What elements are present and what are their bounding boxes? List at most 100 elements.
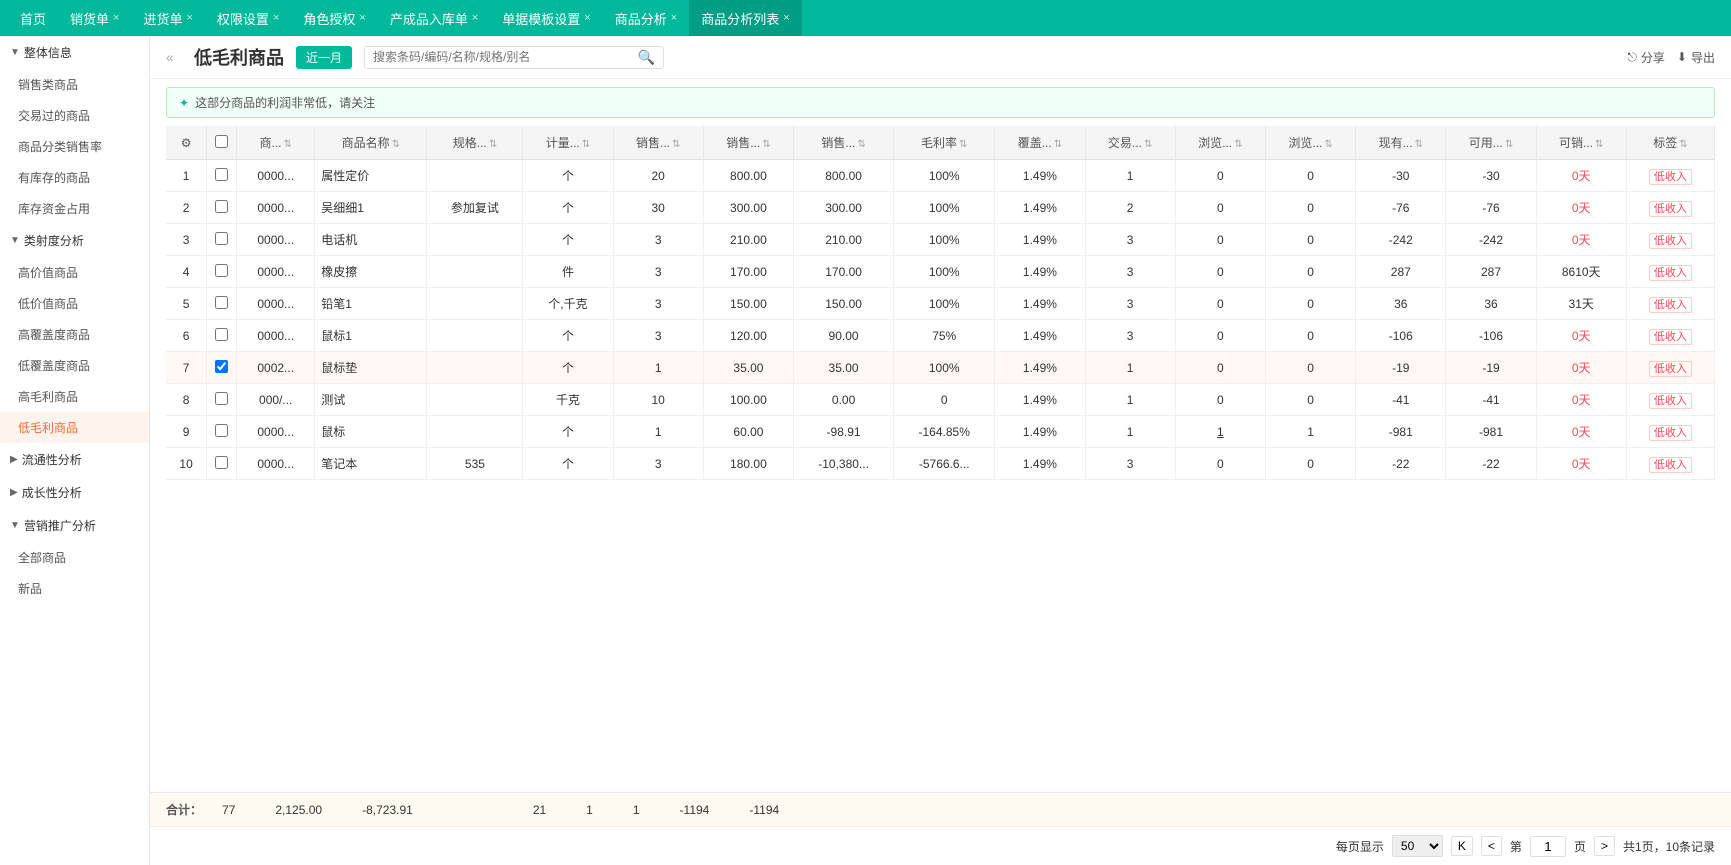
col-view1[interactable]: 浏览...⇅ xyxy=(1175,126,1265,160)
search-input[interactable] xyxy=(373,50,638,64)
close-icon[interactable]: × xyxy=(113,12,119,24)
prev-page-button[interactable]: < xyxy=(1481,836,1502,856)
sidebar-item-high-value[interactable]: 高价值商品 xyxy=(0,257,149,288)
row-view1[interactable]: 0 xyxy=(1175,288,1265,320)
row-checkbox[interactable] xyxy=(207,288,237,320)
row-name[interactable]: 鼠标 xyxy=(315,416,427,448)
sidebar-item-low-coverage[interactable]: 低覆盖度商品 xyxy=(0,350,149,381)
sidebar-item-sales-products[interactable]: 销售类商品 xyxy=(0,69,149,100)
col-view2[interactable]: 浏览...⇅ xyxy=(1265,126,1355,160)
search-icon[interactable]: 🔍 xyxy=(638,49,655,66)
select-all-checkbox[interactable] xyxy=(215,135,228,148)
row-name[interactable]: 电话机 xyxy=(315,224,427,256)
sidebar-group-density-analysis[interactable]: ▼ 类射度分析 xyxy=(0,224,149,257)
sidebar-group-marketing[interactable]: ▼ 营销推广分析 xyxy=(0,509,149,542)
close-icon[interactable]: × xyxy=(671,12,677,24)
page-size-select[interactable]: 50 100 200 xyxy=(1392,835,1443,857)
first-page-button[interactable]: K xyxy=(1451,836,1473,856)
nav-permissions[interactable]: 权限设置 × xyxy=(205,0,291,36)
row-current-stock: -106 xyxy=(1356,320,1446,352)
sidebar-item-high-margin[interactable]: 高毛利商品 xyxy=(0,381,149,412)
sidebar-item-all-products[interactable]: 全部商品 xyxy=(0,542,149,573)
nav-template-settings[interactable]: 单据模板设置 × xyxy=(490,0,602,36)
col-settings[interactable]: ⚙ xyxy=(166,126,207,160)
row-name[interactable]: 橡皮擦 xyxy=(315,256,427,288)
sidebar-group-growth[interactable]: ▶ 成长性分析 xyxy=(0,476,149,509)
col-coverage[interactable]: 覆盖...⇅ xyxy=(995,126,1085,160)
close-icon[interactable]: × xyxy=(783,12,789,24)
row-checkbox[interactable] xyxy=(207,160,237,192)
sidebar-item-new-products[interactable]: 新品 xyxy=(0,573,149,604)
row-checkbox[interactable] xyxy=(207,352,237,384)
sidebar-item-traded-products[interactable]: 交易过的商品 xyxy=(0,100,149,131)
row-view1[interactable]: 0 xyxy=(1175,160,1265,192)
row-no: 7 xyxy=(166,352,207,384)
nav-sales-order[interactable]: 销货单 × xyxy=(58,0,131,36)
col-trade[interactable]: 交易...⇅ xyxy=(1085,126,1175,160)
row-view1[interactable]: 0 xyxy=(1175,448,1265,480)
collapse-sidebar-icon[interactable]: « xyxy=(166,49,182,65)
sidebar-item-low-margin[interactable]: 低毛利商品 xyxy=(0,412,149,443)
row-view1[interactable]: 0 xyxy=(1175,320,1265,352)
row-checkbox[interactable] xyxy=(207,224,237,256)
row-name[interactable]: 鼠标垫 xyxy=(315,352,427,384)
col-name[interactable]: 商品名称⇅ xyxy=(315,126,427,160)
row-view1[interactable]: 0 xyxy=(1175,192,1265,224)
col-current-stock[interactable]: 现有...⇅ xyxy=(1356,126,1446,160)
col-sale-amount[interactable]: 销售...⇅ xyxy=(794,126,894,160)
sidebar-item-inventory-capital[interactable]: 库存资金占用 xyxy=(0,193,149,224)
row-view1[interactable]: 1 xyxy=(1175,416,1265,448)
page-number-input[interactable] xyxy=(1530,836,1566,857)
row-name[interactable]: 属性定价 xyxy=(315,160,427,192)
col-sale-price[interactable]: 销售...⇅ xyxy=(703,126,793,160)
sidebar-group-overview[interactable]: ▼ 整体信息 xyxy=(0,36,149,69)
row-checkbox[interactable] xyxy=(207,320,237,352)
export-button[interactable]: ⬇ 导出 xyxy=(1677,49,1715,66)
col-available[interactable]: 可用...⇅ xyxy=(1446,126,1536,160)
nav-purchase-order[interactable]: 进货单 × xyxy=(131,0,204,36)
col-saleable[interactable]: 可销...⇅ xyxy=(1536,126,1626,160)
row-name[interactable]: 铅笔1 xyxy=(315,288,427,320)
row-view1[interactable]: 0 xyxy=(1175,256,1265,288)
sidebar-item-category-sales-rate[interactable]: 商品分类销售率 xyxy=(0,131,149,162)
row-checkbox[interactable] xyxy=(207,416,237,448)
row-view1[interactable]: 0 xyxy=(1175,352,1265,384)
row-name[interactable]: 笔记本 xyxy=(315,448,427,480)
row-name[interactable]: 吴细细1 xyxy=(315,192,427,224)
sidebar-group-circulation[interactable]: ▶ 流通性分析 xyxy=(0,443,149,476)
col-unit[interactable]: 计量...⇅ xyxy=(523,126,613,160)
col-spec[interactable]: 规格...⇅ xyxy=(427,126,523,160)
nav-product-analysis[interactable]: 商品分析 × xyxy=(603,0,689,36)
sidebar-item-low-value[interactable]: 低价值商品 xyxy=(0,288,149,319)
close-icon[interactable]: × xyxy=(359,12,365,24)
nav-role-auth[interactable]: 角色授权 × xyxy=(291,0,377,36)
col-code[interactable]: 商...⇅ xyxy=(237,126,315,160)
row-view1[interactable]: 0 xyxy=(1175,384,1265,416)
row-gross-margin: 100% xyxy=(894,224,995,256)
sidebar-item-high-coverage[interactable]: 高覆盖度商品 xyxy=(0,319,149,350)
col-sale-qty[interactable]: 销售...⇅ xyxy=(613,126,703,160)
close-icon[interactable]: × xyxy=(273,12,279,24)
col-tag[interactable]: 标签⇅ xyxy=(1626,126,1714,160)
time-filter-button[interactable]: 近一月 xyxy=(296,46,352,69)
close-icon[interactable]: × xyxy=(186,12,192,24)
row-checkbox[interactable] xyxy=(207,448,237,480)
page-unit: 页 xyxy=(1574,838,1586,855)
nav-product-entry[interactable]: 产成品入库单 × xyxy=(378,0,490,36)
share-button[interactable]: ⎋ 分享 xyxy=(1627,49,1665,66)
row-sale-price: 210.00 xyxy=(703,224,793,256)
sidebar-item-stock-products[interactable]: 有库存的商品 xyxy=(0,162,149,193)
row-name[interactable]: 鼠标1 xyxy=(315,320,427,352)
row-view1[interactable]: 0 xyxy=(1175,224,1265,256)
row-checkbox[interactable] xyxy=(207,384,237,416)
row-name[interactable]: 测试 xyxy=(315,384,427,416)
nav-product-analysis-list[interactable]: 商品分析列表 × xyxy=(689,0,801,36)
close-icon[interactable]: × xyxy=(584,12,590,24)
row-checkbox[interactable] xyxy=(207,192,237,224)
col-gross-margin[interactable]: 毛利率⇅ xyxy=(894,126,995,160)
close-icon[interactable]: × xyxy=(472,12,478,24)
nav-home[interactable]: 首页 xyxy=(8,0,58,36)
row-checkbox[interactable] xyxy=(207,256,237,288)
next-page-button[interactable]: > xyxy=(1594,836,1615,856)
total-trade: 21 xyxy=(533,803,546,817)
